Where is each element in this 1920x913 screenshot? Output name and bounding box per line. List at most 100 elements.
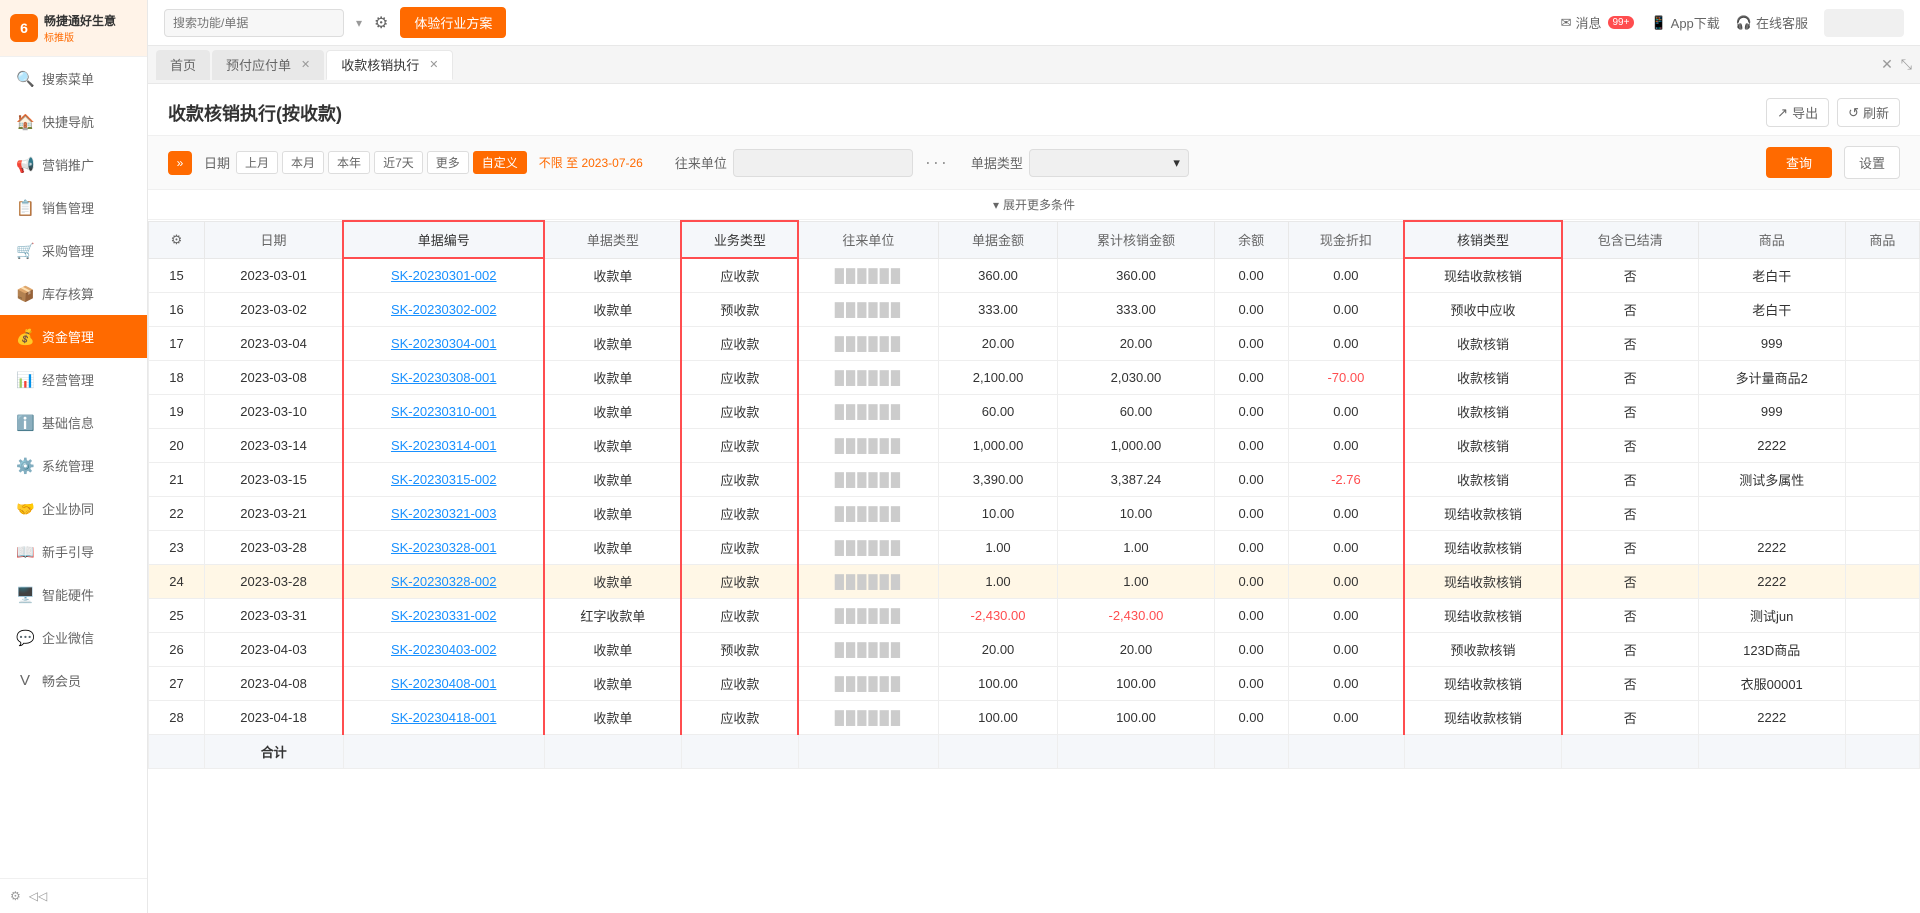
tab-expand-button[interactable]: ⤡ — [1901, 56, 1912, 73]
sidebar-item-purchase[interactable]: 🛒 采购管理 — [0, 229, 147, 272]
td-biz-type: 应收款 — [681, 565, 798, 599]
td-bill-type: 收款单 — [544, 327, 681, 361]
table-container[interactable]: ⚙ 日期 单据编号 单据类型 业务类型 往来单位 单据金额 累计核销金额 余额 … — [148, 220, 1920, 913]
td-bill-no[interactable]: SK-20230301-002 — [343, 258, 544, 293]
custom-date-btn[interactable]: 自定义 — [473, 151, 527, 174]
sidebar-item-vip[interactable]: V 畅会员 — [0, 659, 147, 702]
td-balance: 0.00 — [1214, 565, 1288, 599]
td-bill-no[interactable]: SK-20230315-002 — [343, 463, 544, 497]
table-row: 232023-03-28SK-20230328-001收款单应收款██████1… — [149, 531, 1920, 565]
sidebar-item-corp[interactable]: 🤝 企业协同 — [0, 487, 147, 530]
sidebar-settings-btn[interactable]: ⚙ — [10, 889, 21, 903]
refresh-button[interactable]: ↺ 刷新 — [1837, 98, 1900, 127]
query-button[interactable]: 查询 — [1766, 147, 1832, 178]
td-goods1: 123D商品 — [1698, 633, 1845, 667]
td-amount: 1.00 — [938, 565, 1058, 599]
more-dates-btn[interactable]: 更多 — [427, 151, 469, 174]
th-bill-type: 单据类型 — [544, 221, 681, 258]
messages-button[interactable]: ✉ 消息 99+ — [1561, 13, 1635, 32]
td-bill-no[interactable]: SK-20230418-001 — [343, 701, 544, 735]
partner-input[interactable] — [733, 149, 913, 177]
td-included: 否 — [1562, 599, 1698, 633]
td-cumulative: 10.00 — [1058, 497, 1214, 531]
settings-button[interactable]: 设置 — [1844, 146, 1900, 179]
td-balance: 0.00 — [1214, 599, 1288, 633]
td-partner: ██████ — [798, 497, 938, 531]
td-bill-type: 收款单 — [544, 497, 681, 531]
sidebar-item-hardware[interactable]: 🖥️ 智能硬件 — [0, 573, 147, 616]
dropdown-arrow-icon[interactable]: ▾ — [356, 16, 362, 30]
export-button[interactable]: ↗ 导出 — [1766, 98, 1829, 127]
td-balance: 0.00 — [1214, 395, 1288, 429]
filter-expand-button[interactable]: » — [168, 151, 192, 175]
td-cancel-type: 现结收款核销 — [1404, 497, 1562, 531]
td-partner: ██████ — [798, 395, 938, 429]
table-row: 222023-03-21SK-20230321-003收款单应收款██████1… — [149, 497, 1920, 531]
td-bill-no[interactable]: SK-20230331-002 — [343, 599, 544, 633]
marketing-icon: 📢 — [16, 156, 34, 174]
td-goods2 — [1845, 497, 1919, 531]
sidebar-item-system[interactable]: ⚙️ 系统管理 — [0, 444, 147, 487]
th-amount: 单据金额 — [938, 221, 1058, 258]
industry-solution-button[interactable]: 体验行业方案 — [400, 7, 506, 38]
bill-type-select[interactable]: ▾ — [1029, 149, 1189, 177]
app-download-button[interactable]: 📱 App下载 — [1650, 13, 1719, 32]
table-row: 252023-03-31SK-20230331-002红字收款单应收款█████… — [149, 599, 1920, 633]
sidebar-collapse-btn[interactable]: ◁◁ — [29, 889, 47, 903]
sidebar-item-inventory[interactable]: 📦 库存核算 — [0, 272, 147, 315]
tab-home[interactable]: 首页 — [156, 50, 210, 80]
td-bill-no[interactable]: SK-20230403-002 — [343, 633, 544, 667]
td-bill-no[interactable]: SK-20230328-001 — [343, 531, 544, 565]
td-bill-no[interactable]: SK-20230321-003 — [343, 497, 544, 531]
sidebar-item-guide[interactable]: 📖 新手引导 — [0, 530, 147, 573]
main-area: ▾ ⚙ 体验行业方案 ✉ 消息 99+ 📱 App下载 🎧 在线客服 首页 — [148, 0, 1920, 913]
td-bill-no[interactable]: SK-20230328-002 — [343, 565, 544, 599]
sidebar-item-wechat[interactable]: 💬 企业微信 — [0, 616, 147, 659]
sidebar-item-finance[interactable]: 💰 资金管理 — [0, 315, 147, 358]
sidebar-item-search[interactable]: 🔍 搜索菜单 — [0, 57, 147, 100]
td-discount: 0.00 — [1288, 293, 1404, 327]
td-included: 否 — [1562, 327, 1698, 361]
td-amount: 1.00 — [938, 531, 1058, 565]
td-no: 15 — [149, 258, 205, 293]
sidebar-item-operation[interactable]: 📊 经营管理 — [0, 358, 147, 401]
td-bill-no[interactable]: SK-20230314-001 — [343, 429, 544, 463]
last-7days-btn[interactable]: 近7天 — [374, 151, 423, 174]
tab-receipt[interactable]: 收款核销执行 ✕ — [326, 50, 453, 80]
th-settings[interactable]: ⚙ — [149, 221, 205, 258]
corp-icon: 🤝 — [16, 500, 34, 518]
td-biz-type: 应收款 — [681, 361, 798, 395]
this-year-btn[interactable]: 本年 — [328, 151, 370, 174]
online-service-button[interactable]: 🎧 在线客服 — [1736, 13, 1808, 32]
expand-more-button[interactable]: ▾ 展开更多条件 — [993, 196, 1075, 213]
td-total-9 — [1288, 735, 1404, 769]
sidebar-item-basic[interactable]: ℹ️ 基础信息 — [0, 401, 147, 444]
td-bill-no[interactable]: SK-20230308-001 — [343, 361, 544, 395]
last-month-btn[interactable]: 上月 — [236, 151, 278, 174]
tab-prepay[interactable]: 预付应付单 ✕ — [212, 50, 324, 80]
td-goods1: 测试jun — [1698, 599, 1845, 633]
tab-receipt-close[interactable]: ✕ — [429, 58, 438, 71]
td-bill-no[interactable]: SK-20230302-002 — [343, 293, 544, 327]
td-bill-no[interactable]: SK-20230408-001 — [343, 667, 544, 701]
export-icon: ↗ — [1777, 105, 1788, 121]
search-input[interactable] — [164, 9, 344, 37]
tab-close-all-button[interactable]: ✕ — [1881, 56, 1893, 73]
td-cancel-type: 现结收款核销 — [1404, 258, 1562, 293]
td-bill-no[interactable]: SK-20230304-001 — [343, 327, 544, 361]
gear-icon[interactable]: ⚙ — [374, 13, 388, 33]
sidebar-item-marketing[interactable]: 📢 营销推广 — [0, 143, 147, 186]
sidebar-item-quick[interactable]: 🏠 快捷导航 — [0, 100, 147, 143]
th-discount: 现金折扣 — [1288, 221, 1404, 258]
td-bill-no[interactable]: SK-20230310-001 — [343, 395, 544, 429]
this-month-btn[interactable]: 本月 — [282, 151, 324, 174]
td-no: 22 — [149, 497, 205, 531]
tabbar-actions: ✕ ⤡ — [1881, 56, 1912, 73]
tab-prepay-close[interactable]: ✕ — [301, 58, 310, 71]
sidebar-item-sales[interactable]: 📋 销售管理 — [0, 186, 147, 229]
td-discount: 0.00 — [1288, 429, 1404, 463]
td-goods1: 衣服00001 — [1698, 667, 1845, 701]
date-buttons: 上月 本月 本年 近7天 更多 自定义 — [236, 151, 527, 174]
th-goods2: 商品 — [1845, 221, 1919, 258]
td-cancel-type: 收款核销 — [1404, 395, 1562, 429]
